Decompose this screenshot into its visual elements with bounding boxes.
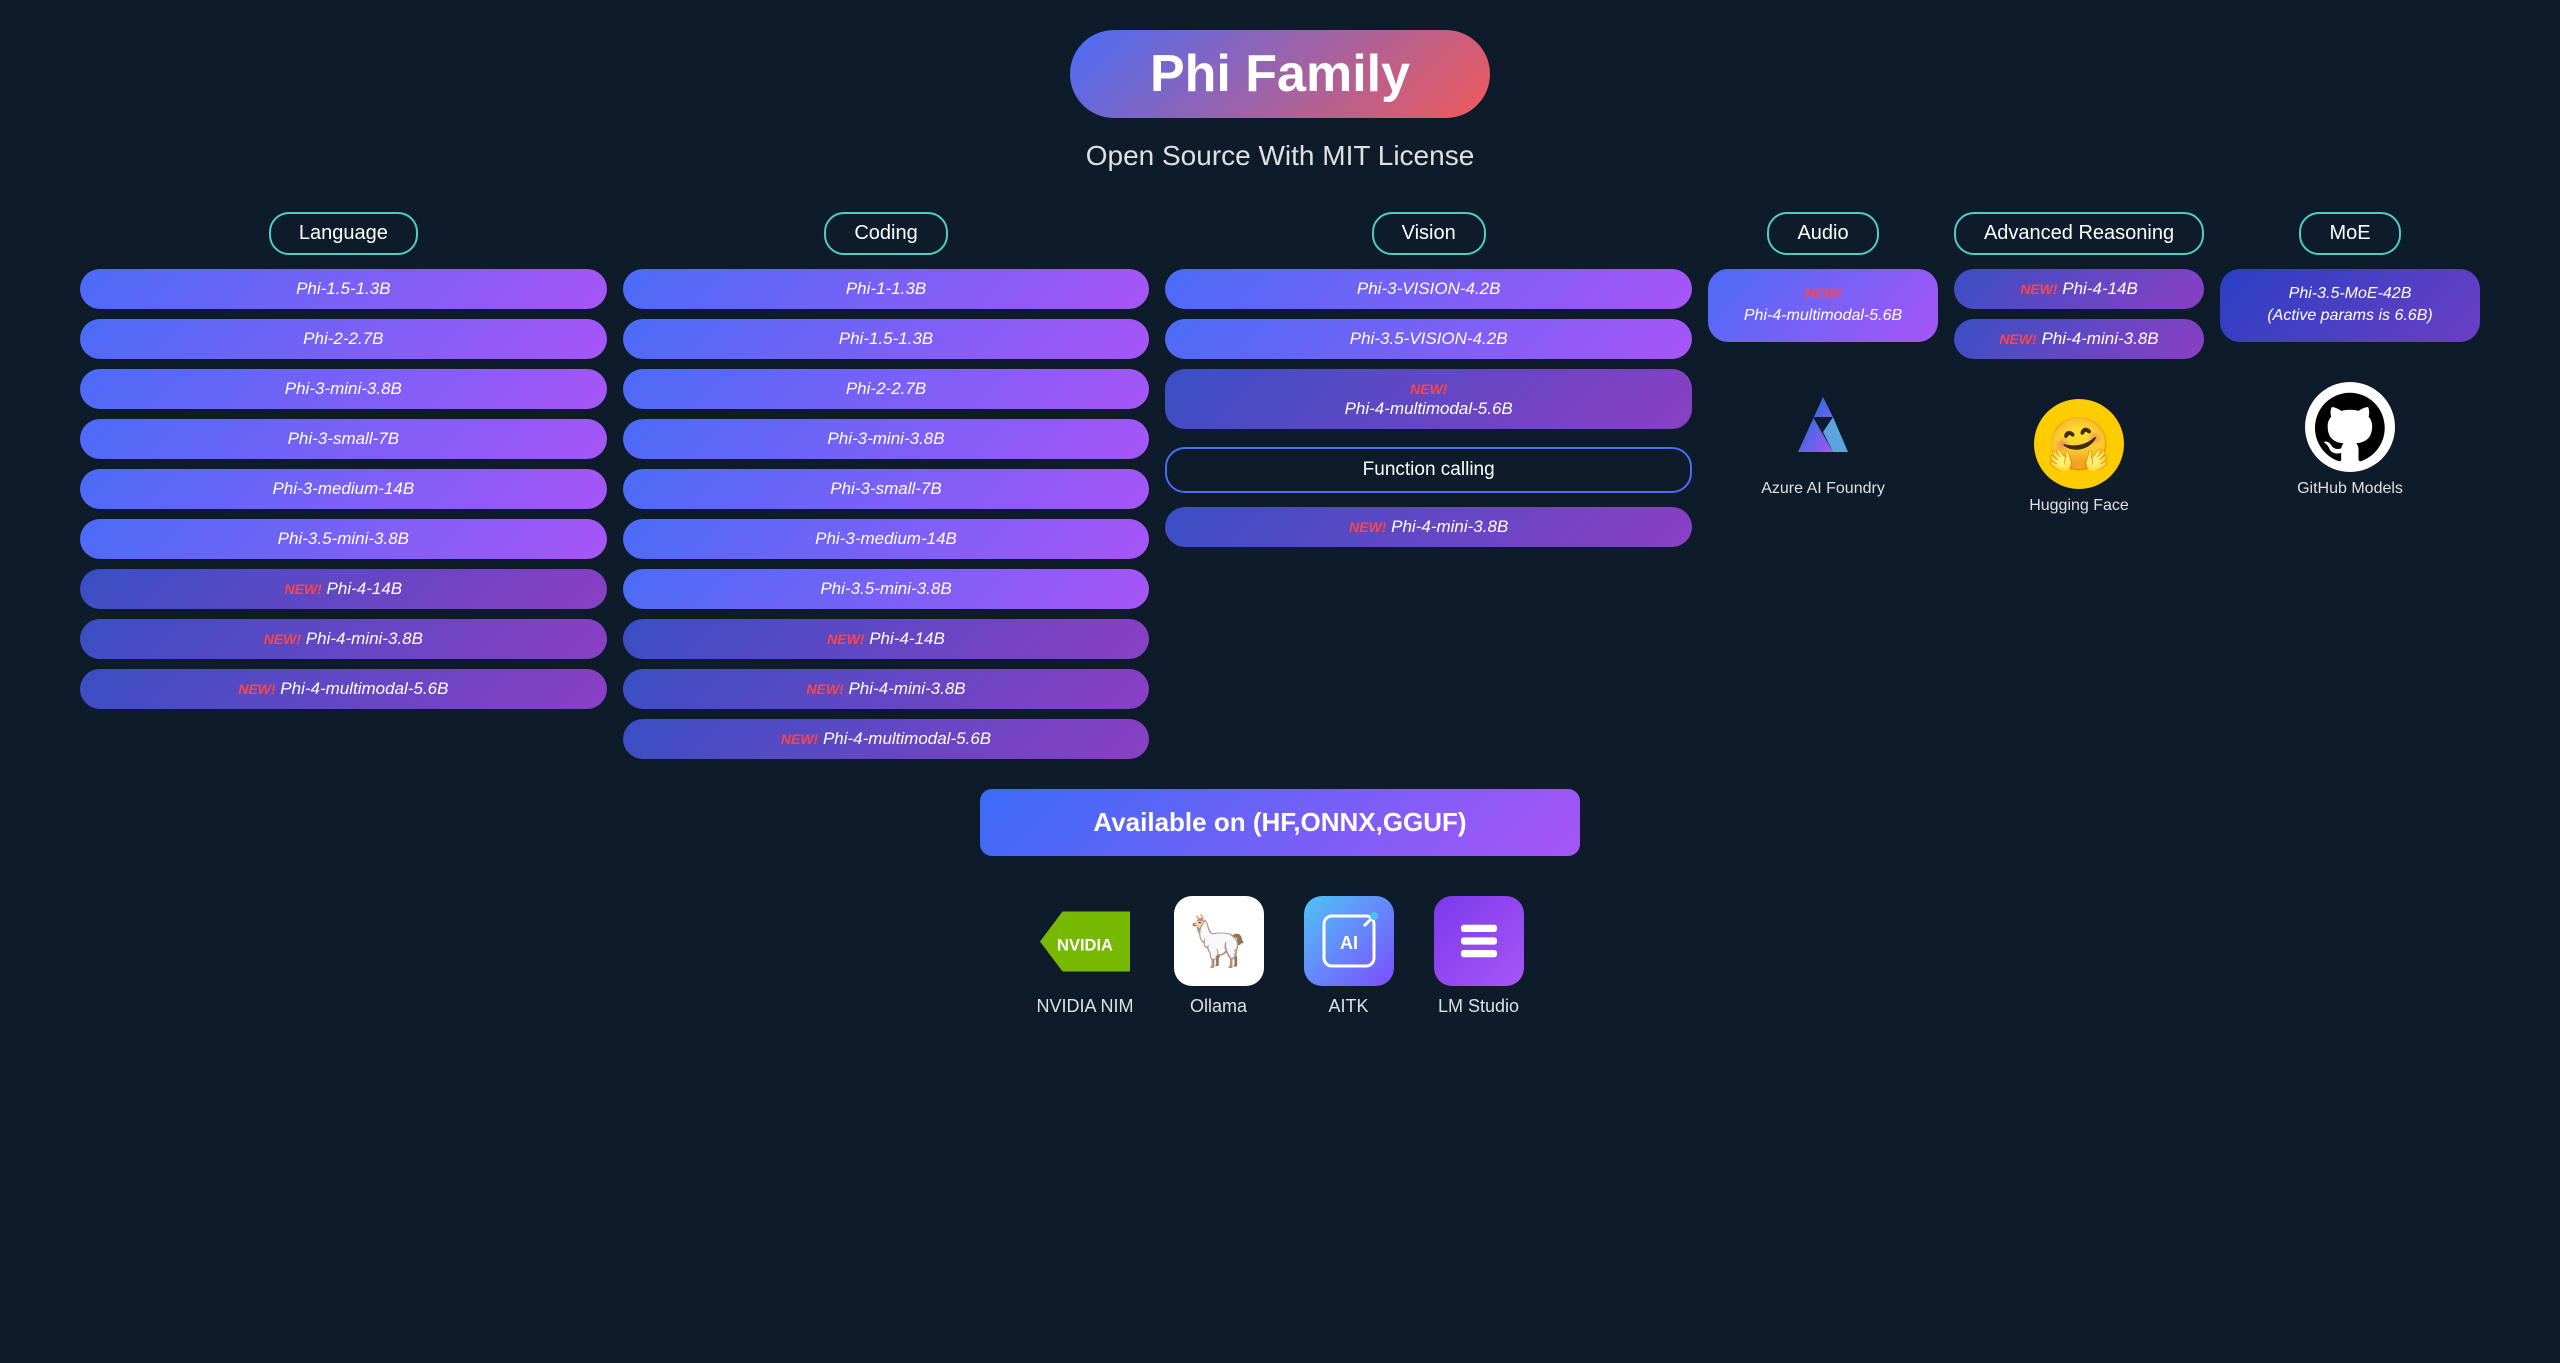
lmstudio-icon xyxy=(1434,896,1524,986)
huggingface-icon: 🤗 xyxy=(2034,399,2124,489)
code-phi-1-5: Phi-1.5-1.3B xyxy=(623,319,1150,359)
nvidia-icon: NVIDIA xyxy=(1040,896,1130,986)
aitk-item: AI AITK xyxy=(1304,896,1394,1017)
aitk-label: AITK xyxy=(1328,996,1368,1017)
vision-phi-4-mm: NEW!Phi-4-multimodal-5.6B xyxy=(1165,369,1692,429)
lang-phi-3-medium: Phi-3-medium-14B xyxy=(80,469,607,509)
nvidia-label: NVIDIA NIM xyxy=(1036,996,1133,1017)
title-pill: Phi Family xyxy=(1070,30,1490,118)
lmstudio-item: LM Studio xyxy=(1434,896,1524,1017)
adv-phi-4-mini: NEW! Phi-4-mini-3.8B xyxy=(1954,319,2204,359)
audio-header: Audio xyxy=(1767,212,1878,255)
moe-phi-3-5: Phi-3.5-MoE-42B(Active params is 6.6B) xyxy=(2220,269,2480,342)
subtitle: Open Source With MIT License xyxy=(20,140,2540,172)
code-phi-4-mm: NEW! Phi-4-multimodal-5.6B xyxy=(623,719,1150,759)
bottom-icons-row: NVIDIA NVIDIA NIM 🦙 Ollama AI xyxy=(600,896,1960,1017)
page-container: Phi Family Open Source With MIT License … xyxy=(20,30,2540,1017)
code-phi-2: Phi-2-2.7B xyxy=(623,369,1150,409)
code-phi-3-medium: Phi-3-medium-14B xyxy=(623,519,1150,559)
svg-text:NVIDIA: NVIDIA xyxy=(1057,936,1113,954)
lang-phi-3-5-mini: Phi-3.5-mini-3.8B xyxy=(80,519,607,559)
coding-header: Coding xyxy=(824,212,947,255)
moe-header: MoE xyxy=(2299,212,2400,255)
lang-phi-2: Phi-2-2.7B xyxy=(80,319,607,359)
function-calling-box: Function calling xyxy=(1165,447,1692,493)
advanced-reasoning-column: Advanced Reasoning NEW! Phi-4-14B NEW! P… xyxy=(1954,212,2204,515)
code-phi-1: Phi-1-1.3B xyxy=(623,269,1150,309)
lang-phi-4-mm: NEW! Phi-4-multimodal-5.6B xyxy=(80,669,607,709)
ollama-item: 🦙 Ollama xyxy=(1174,896,1264,1017)
nvidia-item: NVIDIA NVIDIA NIM xyxy=(1036,896,1133,1017)
github-icon-area: GitHub Models xyxy=(2297,382,2403,498)
moe-column: MoE Phi-3.5-MoE-42B(Active params is 6.6… xyxy=(2220,212,2480,498)
main-grid: Language Phi-1.5-1.3B Phi-2-2.7B Phi-3-m… xyxy=(80,212,2480,759)
github-icon xyxy=(2305,382,2395,472)
lang-phi-4-mini: NEW! Phi-4-mini-3.8B xyxy=(80,619,607,659)
bottom-section: Available on (HF,ONNX,GGUF) NVIDIA NVIDI… xyxy=(580,789,1980,1017)
vision-phi-3: Phi-3-VISION-4.2B xyxy=(1165,269,1692,309)
language-header: Language xyxy=(269,212,418,255)
azure-label: Azure AI Foundry xyxy=(1761,480,1885,498)
code-phi-3-small: Phi-3-small-7B xyxy=(623,469,1150,509)
lmstudio-label: LM Studio xyxy=(1438,996,1519,1017)
svg-text:AI: AI xyxy=(1340,933,1358,953)
aitk-icon: AI xyxy=(1304,896,1394,986)
huggingface-icon-area: 🤗 Hugging Face xyxy=(2029,399,2129,515)
language-column: Language Phi-1.5-1.3B Phi-2-2.7B Phi-3-m… xyxy=(80,212,607,709)
vision-column: Vision Phi-3-VISION-4.2B Phi-3.5-VISION-… xyxy=(1165,212,1692,547)
fc-phi-4-mini: NEW! Phi-4-mini-3.8B xyxy=(1165,507,1692,547)
code-phi-3-5-mini: Phi-3.5-mini-3.8B xyxy=(623,569,1150,609)
azure-icon-area: Azure AI Foundry xyxy=(1761,382,1885,498)
audio-column: Audio NEW!Phi-4-multimodal-5.6B xyxy=(1708,212,1938,498)
audio-phi-4-mm: NEW!Phi-4-multimodal-5.6B xyxy=(1708,269,1938,342)
subtitle-text: Open Source With MIT License xyxy=(1086,140,1475,171)
code-phi-3-mini: Phi-3-mini-3.8B xyxy=(623,419,1150,459)
adv-phi-4-14b: NEW! Phi-4-14B xyxy=(1954,269,2204,309)
azure-icon xyxy=(1778,382,1868,472)
page-title: Phi Family xyxy=(20,30,2540,130)
lang-phi-3-small: Phi-3-small-7B xyxy=(80,419,607,459)
available-banner: Available on (HF,ONNX,GGUF) xyxy=(980,789,1580,856)
huggingface-label: Hugging Face xyxy=(2029,497,2129,515)
vision-header: Vision xyxy=(1372,212,1486,255)
code-phi-4-mini: NEW! Phi-4-mini-3.8B xyxy=(623,669,1150,709)
vision-phi-3-5: Phi-3.5-VISION-4.2B xyxy=(1165,319,1692,359)
ollama-icon: 🦙 xyxy=(1174,896,1264,986)
advanced-reasoning-header: Advanced Reasoning xyxy=(1954,212,2204,255)
coding-column: Coding Phi-1-1.3B Phi-1.5-1.3B Phi-2-2.7… xyxy=(623,212,1150,759)
lang-phi-3-mini: Phi-3-mini-3.8B xyxy=(80,369,607,409)
github-label: GitHub Models xyxy=(2297,480,2403,498)
title-text: Phi Family xyxy=(1150,45,1410,103)
lang-phi-1-5: Phi-1.5-1.3B xyxy=(80,269,607,309)
code-phi-4-14b: NEW! Phi-4-14B xyxy=(623,619,1150,659)
lang-phi-4-14b: NEW! Phi-4-14B xyxy=(80,569,607,609)
ollama-label: Ollama xyxy=(1190,996,1247,1017)
